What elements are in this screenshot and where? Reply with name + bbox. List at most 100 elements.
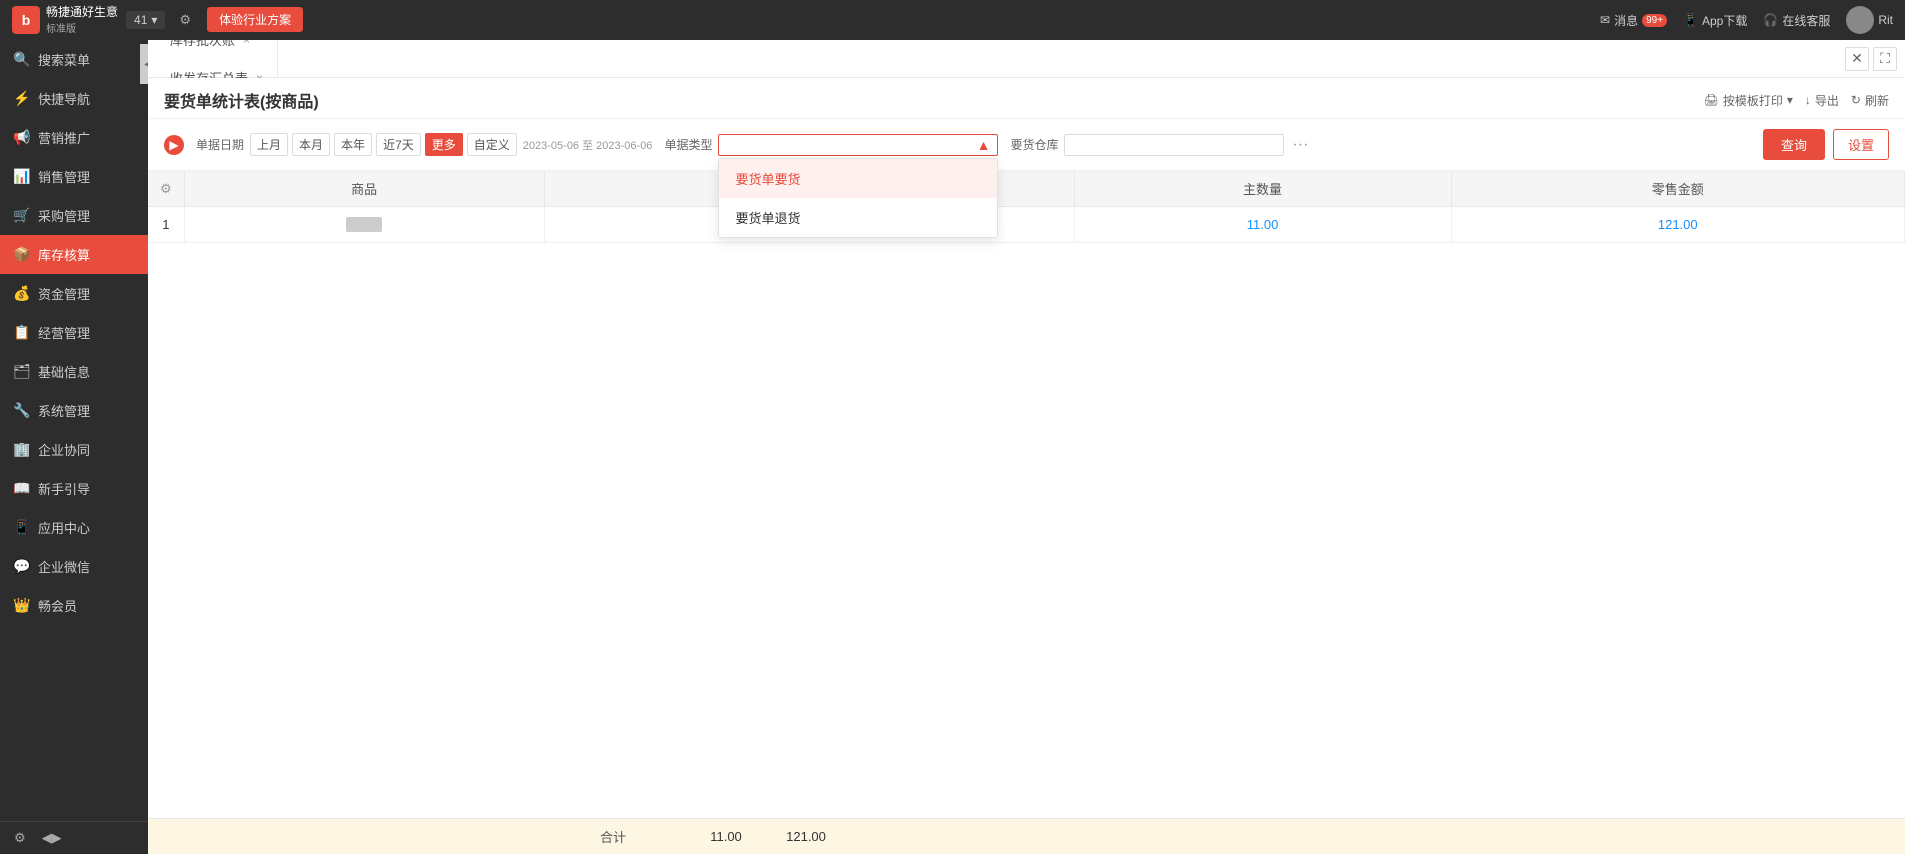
- page-header: 要货单统计表(按商品) 🖨 按模板打印 ▾ ↓ 导出 ↻ 刷新: [148, 78, 1905, 119]
- sidebar-icon-quick_nav: ⚡: [14, 91, 30, 107]
- date-btn-more[interactable]: 更多: [425, 133, 463, 156]
- sidebar-item-search[interactable]: 🔍 搜索菜单: [0, 40, 148, 79]
- content-area: 首页库存批次账×收发存汇总表×要货单统计表× ✕ ⛶ 要货单统计表(按商品) 🖨…: [148, 40, 1905, 854]
- user-item[interactable]: Rit: [1846, 6, 1893, 34]
- refresh-button[interactable]: ↻ 刷新: [1851, 92, 1889, 109]
- column-settings-icon[interactable]: ⚙: [160, 181, 172, 196]
- sidebar-item-inventory[interactable]: 📦 库存核算: [0, 235, 148, 274]
- sidebar-item-vip[interactable]: 👑 畅会员: [0, 586, 148, 625]
- maximize-button[interactable]: ⛶: [1873, 47, 1897, 71]
- cell-qty-0: 11.00: [1074, 207, 1451, 243]
- date-btn-prev-month[interactable]: 上月: [250, 133, 288, 156]
- sidebar-icon-business: 📋: [14, 325, 30, 341]
- sidebar-item-finance[interactable]: 💰 资金管理: [0, 274, 148, 313]
- qty-link-0[interactable]: 11.00: [1247, 217, 1279, 232]
- tab-bar: 首页库存批次账×收发存汇总表×要货单统计表× ✕ ⛶: [148, 40, 1905, 78]
- sidebar-label-finance: 资金管理: [38, 284, 90, 303]
- sidebar-fold-icon[interactable]: ◀▶: [42, 830, 62, 846]
- close-all-tabs-button[interactable]: ✕: [1845, 47, 1869, 71]
- tab-label-inventory_batch: 库存批次账: [170, 40, 235, 49]
- sidebar-item-purchase[interactable]: 🛒 采购管理: [0, 196, 148, 235]
- sidebar-label-marketing: 营销推广: [38, 128, 90, 147]
- sidebar-item-system[interactable]: 🔧 系统管理: [0, 391, 148, 430]
- export-button[interactable]: ↓ 导出: [1805, 92, 1839, 109]
- sidebar-label-wechat: 企业微信: [38, 557, 90, 576]
- refresh-icon: ↻: [1851, 93, 1861, 107]
- sidebar-bottom: ⚙ ◀▶: [0, 821, 148, 854]
- sidebar-item-marketing[interactable]: 📢 营销推广: [0, 118, 148, 157]
- messages-item[interactable]: ✉ 消息 99+: [1600, 12, 1667, 29]
- sidebar-collapse-btn[interactable]: ◀: [140, 44, 148, 84]
- online-service-label: 在线客服: [1782, 12, 1830, 29]
- brand-sub: 标准版: [46, 20, 118, 35]
- filter-settings-button[interactable]: 设置: [1833, 129, 1889, 160]
- table-body: 1 块 11.00 121.00: [148, 207, 1905, 243]
- sidebar-item-enterprise[interactable]: 🏢 企业协同: [0, 430, 148, 469]
- print-button[interactable]: 🖨 按模板打印 ▾: [1704, 92, 1793, 109]
- sidebar-item-guide[interactable]: 📖 新手引导: [0, 469, 148, 508]
- app-download-item[interactable]: 📱 App下载: [1683, 12, 1747, 29]
- sidebar-item-quick_nav[interactable]: ⚡ 快捷导航: [0, 79, 148, 118]
- warehouse-filter-input[interactable]: [1064, 134, 1284, 156]
- filter-actions: 查询 设置: [1763, 129, 1889, 160]
- tab-inventory_batch[interactable]: 库存批次账 ×: [156, 40, 278, 59]
- store-selector[interactable]: 41 ▾: [126, 11, 165, 29]
- table-area: ⚙ 商品 主计量单位 主数量 零售金额 1 块 11.00 121.00: [148, 171, 1905, 818]
- export-label: 导出: [1815, 92, 1839, 109]
- user-name: Rit: [1878, 13, 1893, 27]
- main-layout: ◀ 🔍 搜索菜单 ⚡ 快捷导航 📢 营销推广 📊 销售管理 🛒 采购管理 📦 库…: [0, 40, 1905, 854]
- industry-button[interactable]: 体验行业方案: [207, 7, 303, 32]
- sidebar-icon-app_center: 📱: [14, 520, 30, 536]
- online-service-item[interactable]: 🎧 在线客服: [1763, 12, 1830, 29]
- query-button[interactable]: 查询: [1763, 129, 1825, 160]
- type-option-order-goods[interactable]: 要货单要货: [719, 159, 997, 198]
- expand-filter-button[interactable]: ▶: [164, 135, 184, 155]
- sidebar-label-business: 经营管理: [38, 323, 90, 342]
- sidebar-label-inventory: 库存核算: [38, 245, 90, 264]
- type-filter-arrow-icon[interactable]: ▲: [977, 137, 991, 153]
- sidebar-item-sales[interactable]: 📊 销售管理: [0, 157, 148, 196]
- date-quick-buttons: 上月 本月 本年 近7天 更多 自定义: [250, 133, 517, 156]
- service-icon: 🎧: [1763, 13, 1778, 27]
- sidebar-item-app_center[interactable]: 📱 应用中心: [0, 508, 148, 547]
- date-btn-custom[interactable]: 自定义: [467, 133, 517, 156]
- tab-close-inventory_batch[interactable]: ×: [243, 40, 250, 47]
- type-filter-input[interactable]: [718, 134, 998, 156]
- date-btn-this-month[interactable]: 本月: [292, 133, 330, 156]
- sidebar-icon-sales: 📊: [14, 169, 30, 185]
- sidebar-icon-inventory: 📦: [14, 247, 30, 263]
- date-btn-7days[interactable]: 近7天: [376, 133, 421, 156]
- logo-area: b 畅捷通好生意 标准版: [12, 5, 118, 34]
- sidebar-icon-guide: 📖: [14, 481, 30, 497]
- amount-link-0[interactable]: 121.00: [1658, 217, 1698, 232]
- sidebar-icon-basic_info: 🗂: [14, 364, 30, 380]
- sidebar-settings-icon[interactable]: ⚙: [14, 830, 26, 846]
- sidebar-item-basic_info[interactable]: 🗂 基础信息: [0, 352, 148, 391]
- export-icon: ↓: [1805, 93, 1811, 107]
- col-amount: 零售金额: [1451, 171, 1905, 207]
- footer-total-label: 合计: [380, 827, 686, 846]
- print-arrow-icon: ▾: [1787, 93, 1793, 107]
- sidebar-label-search: 搜索菜单: [38, 50, 90, 69]
- sidebar: ◀ 🔍 搜索菜单 ⚡ 快捷导航 📢 营销推广 📊 销售管理 🛒 采购管理 📦 库…: [0, 40, 148, 854]
- warehouse-more-icon[interactable]: ···: [1292, 136, 1308, 154]
- type-filter-group: 单据类型 ▲ 要货单要货 要货单退货: [664, 134, 998, 156]
- avatar: [1846, 6, 1874, 34]
- message-icon: ✉: [1600, 13, 1610, 27]
- type-option-order-return[interactable]: 要货单退货: [719, 198, 997, 237]
- refresh-label: 刷新: [1865, 92, 1889, 109]
- sidebar-item-business[interactable]: 📋 经营管理: [0, 313, 148, 352]
- dropdown-arrow-icon: ▾: [151, 13, 157, 27]
- top-header: b 畅捷通好生意 标准版 41 ▾ ⚙ 体验行业方案 ✉ 消息 99+ 📱 Ap…: [0, 0, 1905, 40]
- footer-amount: 121.00: [766, 829, 846, 844]
- date-btn-this-year[interactable]: 本年: [334, 133, 372, 156]
- header-right: ✉ 消息 99+ 📱 App下载 🎧 在线客服 Rit: [1600, 6, 1893, 34]
- sidebar-label-purchase: 采购管理: [38, 206, 90, 225]
- filter-bar: ▶ 单据日期 上月 本月 本年 近7天 更多 自定义 2023-05-06 至 …: [148, 119, 1905, 171]
- settings-icon[interactable]: ⚙: [179, 12, 191, 28]
- sidebar-item-wechat[interactable]: 💬 企业微信: [0, 547, 148, 586]
- type-filter-label: 单据类型: [664, 136, 712, 153]
- sidebar-icon-marketing: 📢: [14, 130, 30, 146]
- type-filter-wrap: ▲ 要货单要货 要货单退货: [718, 134, 998, 156]
- sidebar-label-guide: 新手引导: [38, 479, 90, 498]
